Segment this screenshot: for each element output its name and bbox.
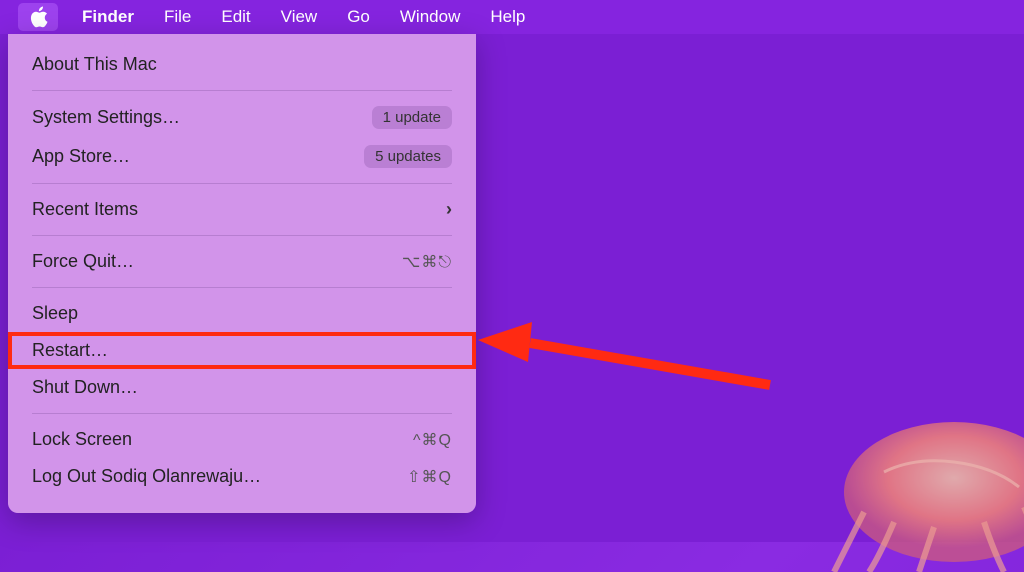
menu-force-quit[interactable]: Force Quit… ⌥⌘⎋ bbox=[8, 243, 476, 280]
menubar: Finder File Edit View Go Window Help bbox=[0, 0, 1024, 34]
menu-app-store[interactable]: App Store… 5 updates bbox=[8, 137, 476, 176]
update-badge: 1 update bbox=[372, 106, 452, 129]
menu-lock-screen[interactable]: Lock Screen ^⌘Q bbox=[8, 421, 476, 458]
menu-system-settings[interactable]: System Settings… 1 update bbox=[8, 98, 476, 137]
menu-item-label: Lock Screen bbox=[32, 429, 132, 450]
menu-item-label: App Store… bbox=[32, 146, 130, 167]
menu-shut-down[interactable]: Shut Down… bbox=[8, 369, 476, 406]
chevron-right-icon: › bbox=[446, 199, 452, 220]
apple-menu-dropdown: About This Mac System Settings… 1 update… bbox=[8, 34, 476, 513]
menu-separator bbox=[32, 235, 452, 236]
app-name-menu[interactable]: Finder bbox=[68, 4, 148, 30]
menu-restart[interactable]: Restart… bbox=[8, 332, 476, 369]
menu-item-label: Shut Down… bbox=[32, 377, 138, 398]
menu-view[interactable]: View bbox=[267, 4, 332, 30]
menu-window[interactable]: Window bbox=[386, 4, 474, 30]
keyboard-shortcut: ^⌘Q bbox=[413, 430, 452, 450]
menu-file[interactable]: File bbox=[150, 4, 205, 30]
menu-separator bbox=[32, 413, 452, 414]
menu-item-label: About This Mac bbox=[32, 54, 157, 75]
menu-log-out[interactable]: Log Out Sodiq Olanrewaju… ⇧⌘Q bbox=[8, 458, 476, 495]
menu-separator bbox=[32, 90, 452, 91]
menu-item-label: Sleep bbox=[32, 303, 78, 324]
menu-item-label: System Settings… bbox=[32, 107, 180, 128]
update-badge: 5 updates bbox=[364, 145, 452, 168]
menu-separator bbox=[32, 287, 452, 288]
menu-help[interactable]: Help bbox=[476, 4, 539, 30]
wallpaper-jellyfish bbox=[784, 372, 1024, 572]
menu-item-label: Log Out Sodiq Olanrewaju… bbox=[32, 466, 261, 487]
menu-item-label: Force Quit… bbox=[32, 251, 134, 272]
keyboard-shortcut: ⌥⌘⎋ bbox=[402, 252, 452, 272]
menu-about-this-mac[interactable]: About This Mac bbox=[8, 46, 476, 83]
apple-menu-button[interactable] bbox=[18, 3, 58, 31]
menu-edit[interactable]: Edit bbox=[207, 4, 264, 30]
menu-sleep[interactable]: Sleep bbox=[8, 295, 476, 332]
menu-item-label: Restart… bbox=[32, 340, 108, 361]
menu-separator bbox=[32, 183, 452, 184]
menu-go[interactable]: Go bbox=[333, 4, 384, 30]
apple-icon bbox=[29, 6, 48, 28]
keyboard-shortcut: ⇧⌘Q bbox=[407, 467, 452, 487]
menu-recent-items[interactable]: Recent Items › bbox=[8, 191, 476, 228]
menu-item-label: Recent Items bbox=[32, 199, 138, 220]
